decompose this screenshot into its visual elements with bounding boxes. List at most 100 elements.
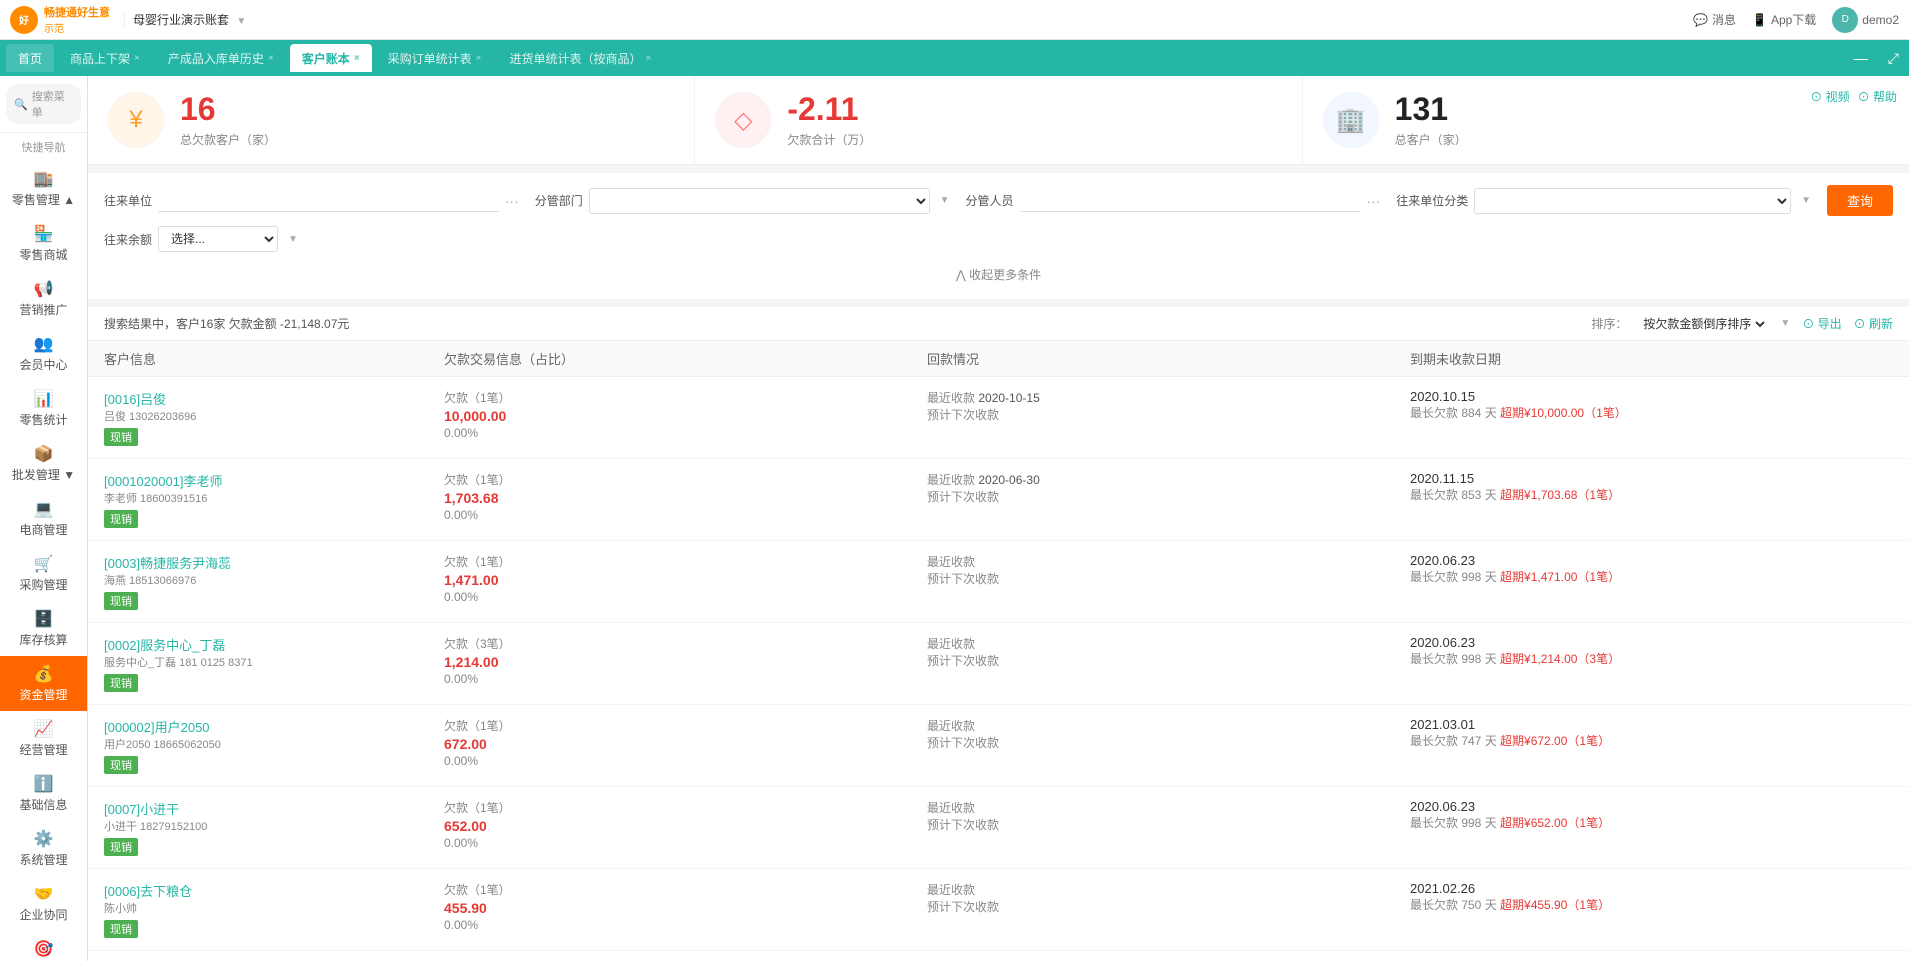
customer-tag: 现销 <box>104 920 138 938</box>
table-row: [0007]小进干 小进干 18279152100 现销 欠款（1笔） 652.… <box>88 787 1909 869</box>
sidebar-item-basic-info[interactable]: ℹ️ 基础信息 <box>0 766 87 821</box>
overdue-link[interactable]: 超期¥1,214.00（3笔） <box>1500 652 1620 666</box>
sidebar-item-guide[interactable]: 🎯 新手引导 <box>0 931 87 961</box>
sidebar-search-area[interactable]: 🔍 搜索菜单 <box>0 76 87 133</box>
sidebar-search-box[interactable]: 🔍 搜索菜单 <box>6 84 81 124</box>
sidebar-quick-nav: 快捷导航 <box>0 133 87 161</box>
table-row: [0003]畅捷服务尹海蕊 海燕 18513066976 现销 欠款（1笔） 1… <box>88 541 1909 623</box>
filter-area: 往来单位 ··· 分管部门 ▼ 分管人员 ··· 往来单位 <box>88 173 1909 299</box>
sidebar-item-marketing[interactable]: 📢 营销推广 <box>0 271 87 326</box>
customer-name-link[interactable]: [0001020001]李老师 <box>104 471 444 490</box>
customer-name-link[interactable]: [000002]用户2050 <box>104 717 444 736</box>
customer-name-link[interactable]: [0003]畅捷服务尹海蕊 <box>104 553 444 572</box>
search-icon: 🔍 <box>14 98 28 111</box>
top-right-area: 💬 消息 📱 App下载 D demo2 <box>1693 7 1899 33</box>
customer-name-link[interactable]: [0002]服务中心_丁磊 <box>104 635 444 654</box>
sidebar: 🔍 搜索菜单 快捷导航 🏬 零售管理 ▲ 🏪 零售商城 📢 营销推广 👥 会员中… <box>0 76 88 961</box>
sidebar-item-retail-mall[interactable]: 🏪 零售商城 <box>0 216 87 271</box>
customer-tag: 现销 <box>104 674 138 692</box>
table-row: [000001]黄思源 黄思源 13552700226 现销 欠款（1笔） 42… <box>88 951 1909 961</box>
due-date-cell: 2020.11.15 最长欠款 853 天 超期¥1,703.68（1笔） <box>1410 471 1893 503</box>
repayment-cell: 最近收款 预计下次收款 <box>927 553 1410 587</box>
debt-customers-number: 16 <box>180 92 276 127</box>
balance-select[interactable]: 选择... <box>158 226 278 252</box>
customer-info-cell: [0016]吕俊 吕俊 13026203696 现销 <box>104 389 444 446</box>
logo-icon: 好 <box>10 6 38 34</box>
filter-source-unit: 往来单位 ··· <box>104 189 519 212</box>
balance-arrow-icon: ▼ <box>288 234 298 245</box>
category-select[interactable] <box>1474 188 1791 214</box>
filter-dept: 分管部门 ▼ <box>535 188 950 214</box>
customer-name-link[interactable]: [0006]去下粮仓 <box>104 881 444 900</box>
summary-text: 搜索结果中，客户16家 欠款金额 -21,148.07元 <box>104 315 349 332</box>
person-dots[interactable]: ··· <box>1366 193 1380 209</box>
message-btn[interactable]: 💬 消息 <box>1693 11 1736 28</box>
customer-tag: 现销 <box>104 756 138 774</box>
close-tab-customer[interactable]: × <box>354 53 360 64</box>
tab-customer-account[interactable]: 客户账本 × <box>290 44 372 72</box>
table-header: 客户信息 欠款交易信息（占比） 回款情况 到期未收款日期 <box>88 341 1909 377</box>
close-tab-product-list[interactable]: × <box>134 53 140 64</box>
tab-import-stats[interactable]: 进货单统计表（按商品） × <box>497 44 663 72</box>
sidebar-item-finance[interactable]: 💰 资金管理 <box>0 656 87 711</box>
close-tab-import[interactable]: × <box>645 53 651 64</box>
overdue-link[interactable]: 超期¥10,000.00（1笔） <box>1500 406 1627 420</box>
total-customers-number: 131 <box>1395 92 1467 127</box>
customer-name-link[interactable]: [0016]吕俊 <box>104 389 444 408</box>
tab-bar: 首页 商品上下架 × 产成品入库单历史 × 客户账本 × 采购订单统计表 × 进… <box>0 40 1909 76</box>
retail-mgmt-icon: 🏬 <box>0 169 87 189</box>
debt-info-cell: 欠款（1笔） 1,471.00 0.00% <box>444 553 927 604</box>
sidebar-item-system[interactable]: ⚙️ 系统管理 <box>0 821 87 876</box>
repayment-cell: 最近收款 预计下次收款 <box>927 881 1410 915</box>
maximize-btn[interactable]: ⤢ <box>1882 48 1905 69</box>
sidebar-item-ecommerce[interactable]: 💻 电商管理 <box>0 491 87 546</box>
stat-card-customers-debt: ¥ 16 总欠款客户（家） <box>88 76 695 164</box>
overdue-link[interactable]: 超期¥652.00（1笔） <box>1500 816 1610 830</box>
customer-info-cell: [0002]服务中心_丁磊 服务中心_丁磊 181 0125 8371 现销 <box>104 635 444 692</box>
sort-select[interactable]: 按欠款金额倒序排序 <box>1639 316 1768 332</box>
customer-tag: 现销 <box>104 428 138 446</box>
close-tab-purchase[interactable]: × <box>476 53 482 64</box>
app-download-btn[interactable]: 📱 App下载 <box>1752 11 1816 28</box>
sidebar-item-inventory[interactable]: 🗄️ 库存核算 <box>0 601 87 656</box>
summary-actions: 排序： 按欠款金额倒序排序 ▼ ⊙ 导出 ⊙ 刷新 <box>1591 315 1893 332</box>
minimize-btn[interactable]: — <box>1848 48 1874 69</box>
export-button[interactable]: ⊙ 导出 <box>1802 315 1841 332</box>
tab-home[interactable]: 首页 <box>6 44 54 72</box>
debt-total-icon: ◇ <box>715 92 771 148</box>
sidebar-item-retail-mgmt[interactable]: 🏬 零售管理 ▲ <box>0 161 87 216</box>
customer-info-cell: [000002]用户2050 用户2050 18665062050 现销 <box>104 717 444 774</box>
video-link[interactable]: ⊙ 视频 <box>1810 88 1849 105</box>
collapse-filters-btn[interactable]: ⋀ 收起更多条件 <box>104 262 1893 287</box>
overdue-link[interactable]: 超期¥1,471.00（1笔） <box>1500 570 1620 584</box>
sidebar-item-purchase[interactable]: 🛒 采购管理 <box>0 546 87 601</box>
sidebar-item-wholesale[interactable]: 📦 批发管理 ▼ <box>0 436 87 491</box>
tab-product-list[interactable]: 商品上下架 × <box>58 44 152 72</box>
tab-production-history[interactable]: 产成品入库单历史 × <box>156 44 286 72</box>
overdue-link[interactable]: 超期¥672.00（1笔） <box>1500 734 1610 748</box>
due-date-cell: 2020.06.23 最长欠款 998 天 超期¥1,471.00（1笔） <box>1410 553 1893 585</box>
sidebar-item-operations[interactable]: 📈 经营管理 <box>0 711 87 766</box>
user-avatar[interactable]: D demo2 <box>1832 7 1899 33</box>
debt-customers-label: 总欠款客户（家） <box>180 131 276 148</box>
source-unit-dots[interactable]: ··· <box>505 193 519 209</box>
query-button[interactable]: 查询 <box>1827 185 1893 216</box>
help-link[interactable]: ⊙ 帮助 <box>1858 88 1897 105</box>
refresh-button[interactable]: ⊙ 刷新 <box>1854 315 1893 332</box>
sidebar-item-collaboration[interactable]: 🤝 企业协同 <box>0 876 87 931</box>
tab-purchase-stats[interactable]: 采购订单统计表 × <box>376 44 494 72</box>
due-date-cell: 2020.06.23 最长欠款 998 天 超期¥652.00（1笔） <box>1410 799 1893 831</box>
dept-select[interactable] <box>589 188 930 214</box>
close-tab-production[interactable]: × <box>268 53 274 64</box>
debt-info-cell: 欠款（1笔） 455.90 0.00% <box>444 881 927 932</box>
customer-name-link[interactable]: [0007]小进干 <box>104 799 444 818</box>
sidebar-item-retail-stats[interactable]: 📊 零售统计 <box>0 381 87 436</box>
sidebar-item-member[interactable]: 👥 会员中心 <box>0 326 87 381</box>
customer-info-cell: [0001020001]李老师 李老师 18600391516 现销 <box>104 471 444 528</box>
source-unit-input[interactable] <box>158 189 499 212</box>
repayment-cell: 最近收款 2020-10-15 预计下次收款 <box>927 389 1410 423</box>
person-input[interactable] <box>1020 189 1361 212</box>
overdue-link[interactable]: 超期¥1,703.68（1笔） <box>1500 488 1620 502</box>
customer-tag: 现销 <box>104 510 138 528</box>
overdue-link[interactable]: 超期¥455.90（1笔） <box>1500 898 1610 912</box>
